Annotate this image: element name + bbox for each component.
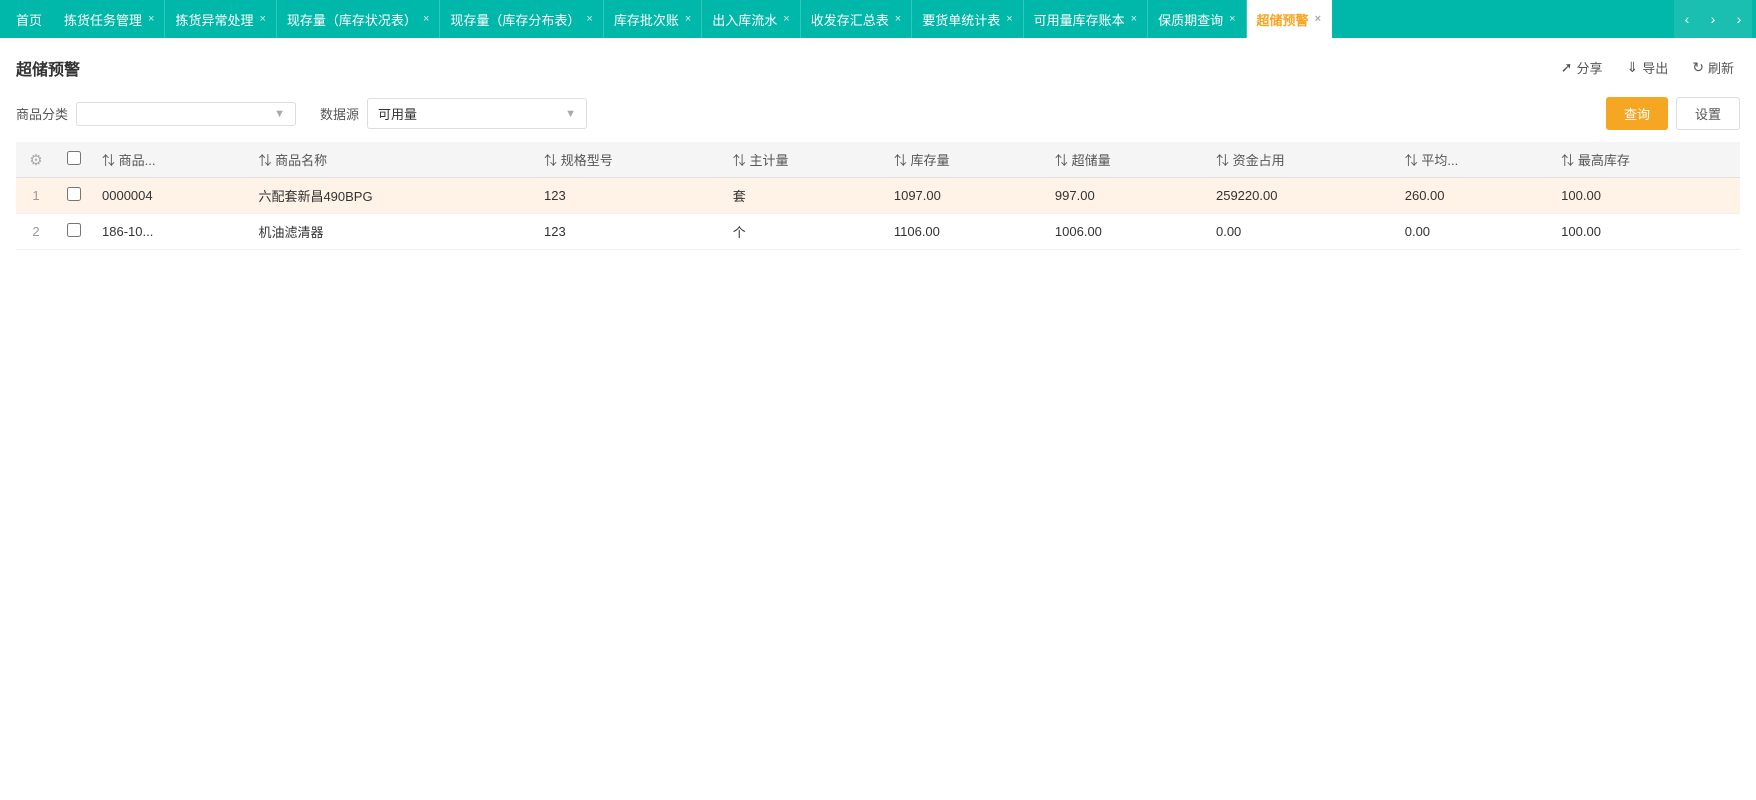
cell-spec: 123 <box>534 178 723 214</box>
nav-tab-2[interactable]: 现存量（库存状况表） × <box>277 0 440 38</box>
page-container: 超储预警 ➚ 分享 ⇓ 导出 ↻ 刷新 商品分类 ▼ 数据源 <box>0 38 1756 800</box>
cell-stock: 1097.00 <box>884 178 1045 214</box>
top-nav: 首页 拣货任务管理 × 拣货异常处理 × 现存量（库存状况表） × 现存量（库存… <box>0 0 1756 38</box>
nav-prev-btn[interactable]: ‹ <box>1674 0 1700 38</box>
datasource-value: 可用量 <box>378 104 417 123</box>
refresh-icon: ↻ <box>1692 59 1704 76</box>
close-tab-6[interactable]: × <box>895 13 901 25</box>
refresh-button[interactable]: ↻ 刷新 <box>1686 54 1740 81</box>
col-header-max-stock[interactable]: ⇅ 最高库存 <box>1551 142 1740 178</box>
table-row: 1 0000004 六配套新昌490BPG 123 套 1097.00 997.… <box>16 178 1740 214</box>
row-checkbox-cell <box>56 214 92 250</box>
close-tab-0[interactable]: × <box>148 13 154 25</box>
cell-overstock: 1006.00 <box>1045 214 1206 250</box>
settings-button[interactable]: 设置 <box>1676 97 1740 130</box>
table-wrapper: ⚙ ⇅ 商品... ⇅ 商品名称 ⇅ 规格型号 <box>16 142 1740 250</box>
cell-unit: 套 <box>723 178 884 214</box>
datasource-filter: 数据源 可用量 ▼ <box>320 98 587 129</box>
product-category-label: 商品分类 <box>16 104 68 123</box>
close-tab-10[interactable]: × <box>1315 13 1321 25</box>
nav-tab-9[interactable]: 保质期查询 × <box>1148 0 1246 38</box>
table-row: 2 186-10... 机油滤清器 123 个 1106.00 1006.00 … <box>16 214 1740 250</box>
col-header-spec[interactable]: ⇅ 规格型号 <box>534 142 723 178</box>
cell-avg: 260.00 <box>1395 178 1551 214</box>
nav-tab-1[interactable]: 拣货异常处理 × <box>165 0 276 38</box>
column-settings-icon[interactable]: ⚙ <box>29 152 42 169</box>
close-tab-9[interactable]: × <box>1229 13 1235 25</box>
row-checkbox[interactable] <box>67 223 81 237</box>
row-index: 1 <box>16 178 56 214</box>
nav-tab-8[interactable]: 可用量库存账本 × <box>1024 0 1148 38</box>
chevron-down-icon-2: ▼ <box>565 108 576 120</box>
data-table: ⚙ ⇅ 商品... ⇅ 商品名称 ⇅ 规格型号 <box>16 142 1740 250</box>
table-header-row: ⚙ ⇅ 商品... ⇅ 商品名称 ⇅ 规格型号 <box>16 142 1740 178</box>
cell-product-code: 0000004 <box>92 178 248 214</box>
close-tab-8[interactable]: × <box>1131 13 1137 25</box>
cell-unit: 个 <box>723 214 884 250</box>
nav-arrows: ‹ › › <box>1674 0 1752 38</box>
col-header-capital[interactable]: ⇅ 资金占用 <box>1206 142 1395 178</box>
header-actions: ➚ 分享 ⇓ 导出 ↻ 刷新 <box>1555 54 1740 81</box>
col-header-overstock[interactable]: ⇅ 超储量 <box>1045 142 1206 178</box>
share-icon: ➚ <box>1561 59 1573 76</box>
close-tab-1[interactable]: × <box>259 13 265 25</box>
cell-max-stock: 100.00 <box>1551 178 1740 214</box>
row-checkbox[interactable] <box>67 187 81 201</box>
nav-tab-5[interactable]: 出入库流水 × <box>702 0 800 38</box>
close-tab-7[interactable]: × <box>1006 13 1012 25</box>
col-header-check <box>56 142 92 178</box>
nav-tab-10[interactable]: 超储预警 × <box>1247 0 1332 38</box>
col-header-avg[interactable]: ⇅ 平均... <box>1395 142 1551 178</box>
nav-home[interactable]: 首页 <box>4 10 54 29</box>
query-button[interactable]: 查询 <box>1606 97 1668 130</box>
cell-overstock: 997.00 <box>1045 178 1206 214</box>
cell-max-stock: 100.00 <box>1551 214 1740 250</box>
row-checkbox-cell <box>56 178 92 214</box>
cell-stock: 1106.00 <box>884 214 1045 250</box>
datasource-select[interactable]: 可用量 ▼ <box>367 98 587 129</box>
close-tab-4[interactable]: × <box>685 13 691 25</box>
product-category-filter: 商品分类 ▼ <box>16 102 296 126</box>
action-buttons: 查询 设置 <box>1606 97 1740 130</box>
cell-capital: 0.00 <box>1206 214 1395 250</box>
product-category-select[interactable]: ▼ <box>76 102 296 126</box>
page-header: 超储预警 ➚ 分享 ⇓ 导出 ↻ 刷新 <box>16 54 1740 81</box>
col-header-unit[interactable]: ⇅ 主计量 <box>723 142 884 178</box>
chevron-down-icon: ▼ <box>274 108 285 120</box>
nav-tab-7[interactable]: 要货单统计表 × <box>912 0 1023 38</box>
row-index: 2 <box>16 214 56 250</box>
cell-avg: 0.00 <box>1395 214 1551 250</box>
cell-product-name: 机油滤清器 <box>248 214 534 250</box>
export-button[interactable]: ⇓ 导出 <box>1621 54 1675 81</box>
page-title: 超储预警 <box>16 56 80 80</box>
close-tab-3[interactable]: × <box>586 13 592 25</box>
datasource-label: 数据源 <box>320 104 359 123</box>
nav-tab-4[interactable]: 库存批次账 × <box>604 0 702 38</box>
share-button[interactable]: ➚ 分享 <box>1555 54 1609 81</box>
col-header-product-code[interactable]: ⇅ 商品... <box>92 142 248 178</box>
col-header-product-name[interactable]: ⇅ 商品名称 <box>248 142 534 178</box>
nav-more-btn[interactable]: › <box>1726 0 1752 38</box>
col-header-settings: ⚙ <box>16 142 56 178</box>
col-header-stock[interactable]: ⇅ 库存量 <box>884 142 1045 178</box>
nav-tab-6[interactable]: 收发存汇总表 × <box>801 0 912 38</box>
nav-tab-0[interactable]: 拣货任务管理 × <box>54 0 165 38</box>
select-all-checkbox[interactable] <box>67 151 81 165</box>
close-tab-2[interactable]: × <box>423 13 429 25</box>
cell-spec: 123 <box>534 214 723 250</box>
filter-row: 商品分类 ▼ 数据源 可用量 ▼ 查询 设置 <box>16 97 1740 130</box>
cell-product-code: 186-10... <box>92 214 248 250</box>
cell-product-name: 六配套新昌490BPG <box>248 178 534 214</box>
cell-capital: 259220.00 <box>1206 178 1395 214</box>
close-tab-5[interactable]: × <box>783 13 789 25</box>
export-icon: ⇓ <box>1627 59 1639 76</box>
nav-tab-3[interactable]: 现存量（库存分布表） × <box>440 0 603 38</box>
nav-next-btn[interactable]: › <box>1700 0 1726 38</box>
